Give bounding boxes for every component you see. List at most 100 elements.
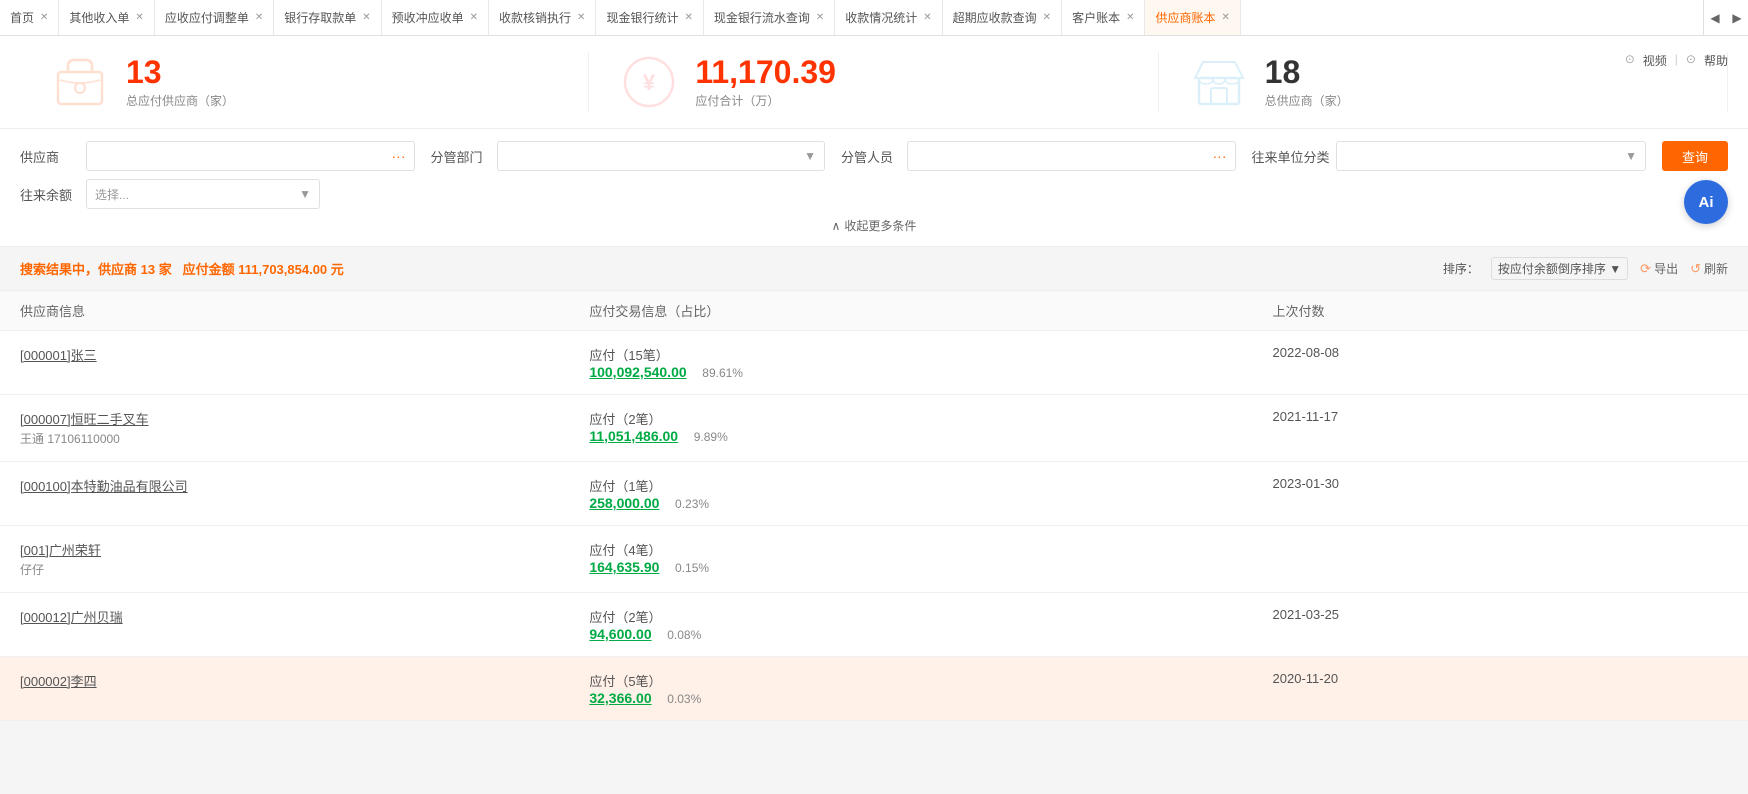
tx-amount-3[interactable]: 258,000.00	[589, 495, 659, 511]
nav-tab-bank-deposit-close[interactable]: ✕	[362, 12, 370, 23]
table-row[interactable]: [000002]李四 应付（5笔） 32,366.00 0.03% 2020-1…	[0, 657, 1748, 721]
unit-filter-select[interactable]: ▼	[1336, 141, 1646, 171]
supplier-link-2[interactable]: [000007]恒旺二手叉车	[20, 412, 149, 427]
nav-tab-overdue-ar-label: 超期应收款查询	[953, 9, 1037, 26]
result-prefix: 搜索结果中，供应商	[20, 262, 137, 277]
nav-tab-supplier-book-close[interactable]: ✕	[1221, 12, 1229, 23]
result-info: 搜索结果中，供应商 13 家 应付金额 111,703,854.00 元	[20, 259, 344, 278]
table-row[interactable]: [000001]张三 应付（15笔） 100,092,540.00 89.61%…	[0, 331, 1748, 395]
nav-tab-prepay-close[interactable]: ✕	[470, 12, 478, 23]
nav-arrow-left[interactable]: ◀	[1704, 0, 1726, 36]
tx-amount-1[interactable]: 100,092,540.00	[589, 364, 686, 380]
table-row[interactable]: [000007]恒旺二手叉车 王通 17106110000 应付（2笔） 11,…	[0, 395, 1748, 462]
nav-tab-ar-ap-adjust[interactable]: 应收应付调整单 ✕	[155, 0, 274, 36]
table-row[interactable]: [000100]本特勤油品有限公司 应付（1笔） 258,000.00 0.23…	[0, 462, 1748, 526]
nav-tab-cash-stat-label: 现金银行统计	[606, 9, 678, 26]
nav-tab-prepay[interactable]: 预收冲应收单 ✕	[382, 0, 489, 36]
supplier-info-6: [000002]李四	[20, 671, 589, 690]
tx-pct-5: 0.08%	[667, 628, 701, 642]
card3-number: 18	[1265, 55, 1349, 90]
tx-amount-2[interactable]: 11,051,486.00	[589, 428, 678, 444]
nav-tab-home[interactable]: 首页 ✕	[0, 0, 59, 36]
collapse-button[interactable]: ∧ 收起更多条件	[20, 217, 1728, 234]
nav-tab-overdue-ar-close[interactable]: ✕	[1043, 12, 1051, 23]
transaction-info-6: 应付（5笔） 32,366.00 0.03%	[589, 671, 1272, 706]
dept-filter-arrow: ▼	[804, 149, 816, 163]
card2-content: 11,170.39 应付合计（万）	[695, 55, 836, 109]
table-row[interactable]: [000012]广州贝瑞 应付（2笔） 94,600.00 0.08% 2021…	[0, 593, 1748, 657]
nav-tab-other-income-close[interactable]: ✕	[135, 12, 143, 23]
lastpay-6: 2020-11-20	[1273, 671, 1728, 686]
link-separator: |	[1675, 52, 1678, 69]
balance-filter-label: 往来余额	[20, 185, 80, 204]
filter-supplier: 供应商 ···	[20, 141, 415, 171]
col-header-supplier: 供应商信息	[20, 301, 589, 320]
tx-amount-4[interactable]: 164,635.90	[589, 559, 659, 575]
transaction-info-3: 应付（1笔） 258,000.00 0.23%	[589, 476, 1272, 511]
nav-tab-receipt-exec-close[interactable]: ✕	[577, 12, 585, 23]
collapse-chevron-icon: ∧	[832, 219, 841, 233]
nav-tab-receipt-stat[interactable]: 收款情况统计 ✕	[835, 0, 942, 36]
nav-tab-cash-flow[interactable]: 现金银行流水查询 ✕	[704, 0, 835, 36]
nav-tab-home-close[interactable]: ✕	[40, 12, 48, 23]
person-filter-input[interactable]: ···	[907, 141, 1236, 171]
store-icon	[1189, 52, 1249, 112]
nav-tab-receipt-exec[interactable]: 收款核销执行 ✕	[489, 0, 596, 36]
tx-amount-6[interactable]: 32,366.00	[589, 690, 651, 706]
video-link[interactable]: 视频	[1643, 52, 1667, 69]
supplier-link-5[interactable]: [000012]广州贝瑞	[20, 610, 123, 625]
export-button[interactable]: ⟳ 导出	[1640, 260, 1678, 277]
filter-row-2: 往来余额 选择... ▼	[20, 179, 1728, 209]
table-header: 供应商信息 应付交易信息（占比） 上次付数	[0, 291, 1748, 331]
nav-tab-supplier-book-label: 供应商账本	[1155, 9, 1215, 26]
nav-tab-supplier-book[interactable]: 供应商账本 ✕	[1145, 0, 1240, 36]
summary-bar: 13 总应付供应商（家） ¥ 11,170.39 应付合计（万）	[0, 36, 1748, 129]
nav-tab-cash-stat[interactable]: 现金银行统计 ✕	[596, 0, 703, 36]
balance-filter-select[interactable]: 选择... ▼	[86, 179, 320, 209]
tx-label-2: 应付（2笔）	[589, 409, 1272, 428]
nav-arrow-right[interactable]: ▶	[1726, 0, 1748, 36]
nav-tab-customer-book[interactable]: 客户账本 ✕	[1062, 0, 1145, 36]
sort-select[interactable]: 按应付余额倒序排序 ▼	[1491, 257, 1628, 280]
tx-pct-4: 0.15%	[675, 561, 709, 575]
nav-tab-customer-book-close[interactable]: ✕	[1126, 12, 1134, 23]
col-header-lastpay: 上次付数	[1273, 301, 1728, 320]
nav-tab-ar-ap-adjust-close[interactable]: ✕	[255, 12, 263, 23]
lastpay-2: 2021-11-17	[1273, 409, 1728, 424]
nav-tab-overdue-ar[interactable]: 超期应收款查询 ✕	[943, 0, 1062, 36]
nav-tab-cash-flow-close[interactable]: ✕	[816, 12, 824, 23]
supplier-link-6[interactable]: [000002]李四	[20, 674, 97, 689]
card2-label: 应付合计（万）	[695, 92, 836, 109]
help-link[interactable]: 帮助	[1704, 52, 1728, 69]
top-nav: 首页 ✕ 其他收入单 ✕ 应收应付调整单 ✕ 银行存取款单 ✕ 预收冲应收单 ✕…	[0, 0, 1748, 36]
result-supplier-count: 13	[141, 262, 155, 277]
dept-filter-select[interactable]: ▼	[497, 141, 826, 171]
tx-pct-2: 9.89%	[694, 430, 728, 444]
refresh-button[interactable]: ↺ 刷新	[1690, 260, 1728, 277]
lastpay-date-5: 2021-03-25	[1273, 607, 1340, 622]
supplier-link-4[interactable]: [001]广州荣轩	[20, 543, 101, 558]
sort-value: 按应付余额倒序排序	[1498, 262, 1606, 276]
nav-tab-bank-deposit[interactable]: 银行存取款单 ✕	[274, 0, 381, 36]
supplier-link-1[interactable]: [000001]张三	[20, 348, 97, 363]
supplier-filter-label: 供应商	[20, 147, 80, 166]
tx-amount-5[interactable]: 94,600.00	[589, 626, 651, 642]
nav-tab-ar-ap-adjust-label: 应收应付调整单	[165, 9, 249, 26]
nav-arrows: ◀ ▶	[1703, 0, 1748, 36]
nav-tab-other-income-label: 其他收入单	[69, 9, 129, 26]
result-amount: 111,703,854.00	[238, 262, 327, 277]
table-row[interactable]: [001]广州荣轩 仔仔 应付（4笔） 164,635.90 0.15%	[0, 526, 1748, 593]
supplier-filter-dots: ···	[392, 148, 406, 164]
nav-tab-other-income[interactable]: 其他收入单 ✕	[59, 0, 154, 36]
search-button[interactable]: 查询	[1662, 141, 1728, 171]
ai-button[interactable]: Ai	[1684, 180, 1728, 224]
person-filter-dots: ···	[1213, 148, 1227, 164]
person-filter-label: 分管人员	[841, 147, 901, 166]
supplier-filter-input[interactable]: ···	[86, 141, 415, 171]
nav-tab-cash-stat-close[interactable]: ✕	[684, 12, 692, 23]
tx-label-5: 应付（2笔）	[589, 607, 1272, 626]
filter-dept: 分管部门 ▼	[431, 141, 826, 171]
nav-tab-receipt-stat-close[interactable]: ✕	[923, 12, 931, 23]
supplier-link-3[interactable]: [000100]本特勤油品有限公司	[20, 479, 188, 494]
balance-placeholder: 选择...	[95, 186, 129, 203]
